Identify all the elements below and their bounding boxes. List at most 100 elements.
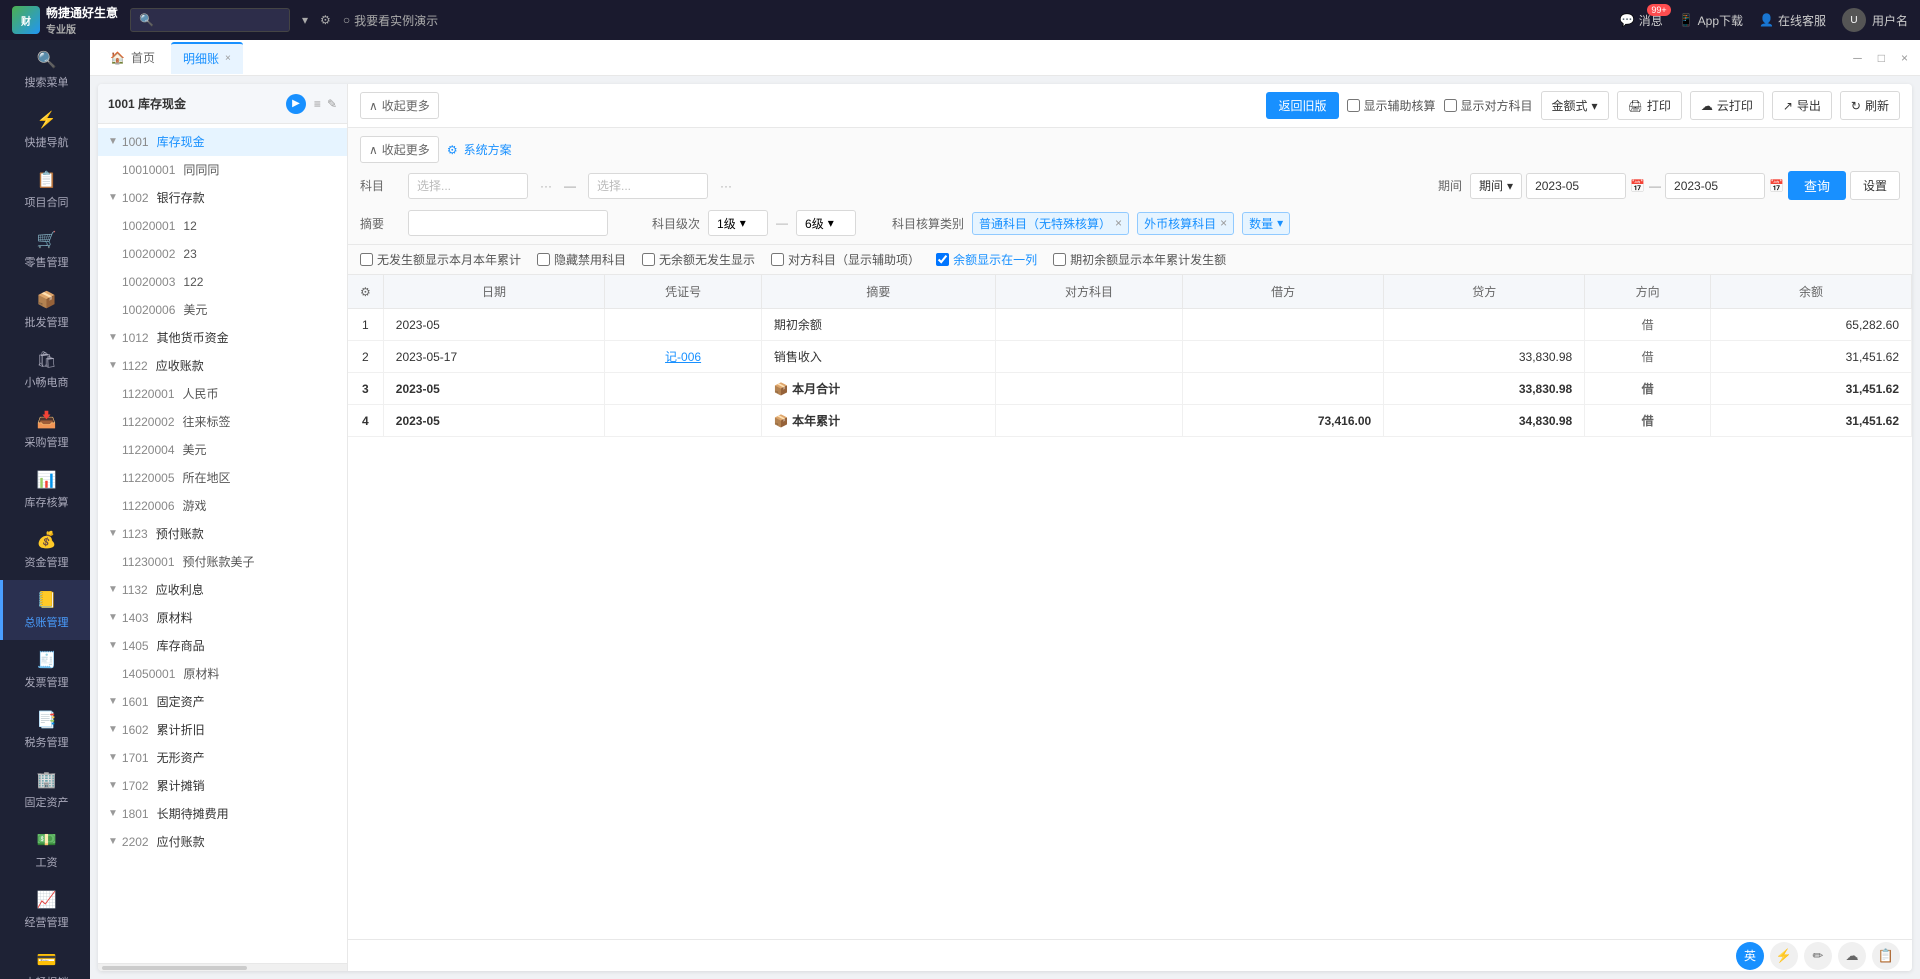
period-to-input[interactable]	[1665, 173, 1765, 199]
filter-scheme[interactable]: ⚙ 系统方案	[447, 141, 512, 158]
back-old-btn[interactable]: 返回旧版	[1266, 92, 1338, 119]
show-counter-checkbox[interactable]: 显示对方科目	[1444, 97, 1533, 114]
sidebar-item-purchase[interactable]: 📥 采购管理	[0, 400, 90, 460]
sidebar-item-tax[interactable]: 📑 税务管理	[0, 700, 90, 760]
counter-checkbox-input[interactable]	[1444, 99, 1457, 112]
message-action[interactable]: 💬 消息 99+	[1620, 12, 1663, 29]
level-from-select[interactable]: 1级 ▾	[708, 210, 768, 236]
cloud-print-btn[interactable]: ☁ 云打印	[1690, 91, 1764, 120]
setting-btn[interactable]: 设置	[1850, 171, 1900, 200]
horizontal-scrollbar[interactable]	[98, 963, 347, 971]
tag-normal[interactable]: 普通科目（无特殊核算） ×	[972, 212, 1129, 235]
amount-format-btn[interactable]: 金额式 ▾	[1541, 91, 1609, 120]
clipboard-btn[interactable]: 📋	[1872, 942, 1900, 970]
cb-no-occurrence[interactable]: 无余额无发生显示	[642, 251, 755, 268]
sidebar-item-retail[interactable]: 🛒 零售管理	[0, 220, 90, 280]
level-to-select[interactable]: 6级 ▾	[796, 210, 856, 236]
cb-no-balance[interactable]: 无发生额显示本月本年累计	[360, 251, 521, 268]
cb-year-balance[interactable]: 期初余额显示本年累计发生额	[1053, 251, 1226, 268]
sidebar-item-ecommerce[interactable]: 🛍 小畅电商	[0, 340, 90, 400]
show-helper-checkbox[interactable]: 显示辅助核算	[1347, 97, 1436, 114]
tree-item-11230001[interactable]: 11230001预付账款美子	[98, 548, 347, 576]
dropdown-arrow[interactable]: ▾	[302, 13, 308, 27]
nav-next-arrow[interactable]: ▶	[286, 94, 306, 114]
tab-home[interactable]: 🏠 首页	[98, 42, 167, 74]
sidebar-item-fixedasset[interactable]: 🏢 固定资产	[0, 760, 90, 820]
tree-item-2202[interactable]: ▼2202应付账款	[98, 828, 347, 856]
cb-balance-col[interactable]: 余额显示在一列	[936, 251, 1037, 268]
voucher-link-1[interactable]: 记-006	[665, 350, 701, 364]
edit-btn[interactable]: ✏	[1804, 942, 1832, 970]
tree-item-11220002[interactable]: 11220002往来标签	[98, 408, 347, 436]
tree-item-11220006[interactable]: 11220006游戏	[98, 492, 347, 520]
app-download-action[interactable]: 📱 App下载	[1679, 12, 1743, 29]
win-max-btn[interactable]: □	[1874, 51, 1889, 65]
cb-year-balance-input[interactable]	[1053, 253, 1066, 266]
tree-item-1001[interactable]: ▼1001库存现金	[98, 128, 347, 156]
list-icon[interactable]: ≡	[314, 97, 321, 111]
tree-item-10010001[interactable]: 10010001同同同	[98, 156, 347, 184]
sidebar-item-wholesale[interactable]: 📦 批发管理	[0, 280, 90, 340]
th-settings[interactable]: ⚙	[348, 275, 383, 309]
cb-hide-disabled-input[interactable]	[537, 253, 550, 266]
tree-item-14050001[interactable]: 14050001原材料	[98, 660, 347, 688]
subject-to-input[interactable]: 选择...	[588, 173, 708, 199]
print-btn[interactable]: 🖨 打印	[1617, 91, 1682, 120]
cb-no-occurrence-input[interactable]	[642, 253, 655, 266]
tree-item-10020001[interactable]: 1002000112	[98, 212, 347, 240]
sidebar-item-search[interactable]: 🔍 搜索菜单	[0, 40, 90, 100]
tree-item-10020002[interactable]: 1002000223	[98, 240, 347, 268]
win-min-btn[interactable]: ─	[1849, 51, 1866, 65]
cb-no-balance-input[interactable]	[360, 253, 373, 266]
sidebar-item-project[interactable]: 📋 项目合同	[0, 160, 90, 220]
translate-btn[interactable]: 英	[1736, 942, 1764, 970]
cb-balance-col-input[interactable]	[936, 253, 949, 266]
demo-link[interactable]: ○ 我要看实例演示	[343, 12, 438, 29]
tab-close-icon[interactable]: ×	[225, 53, 231, 64]
tree-item-10020003[interactable]: 10020003122	[98, 268, 347, 296]
sidebar-item-invoice[interactable]: 🧾 发票管理	[0, 640, 90, 700]
cb-counterpart-input[interactable]	[771, 253, 784, 266]
online-service-action[interactable]: 👤 在线客服	[1759, 12, 1826, 29]
tag-forex[interactable]: 外币核算科目 ×	[1137, 212, 1234, 235]
edit-icon[interactable]: ✎	[327, 97, 337, 111]
sidebar-item-sales[interactable]: 💳 小畅报销	[0, 940, 90, 979]
filter-collapse-btn[interactable]: ∧ 收起更多	[360, 136, 439, 163]
cloud-btn[interactable]: ☁	[1838, 942, 1866, 970]
refresh-btn[interactable]: ↻ 刷新	[1840, 91, 1900, 120]
tree-item-1602[interactable]: ▼1602累计折旧	[98, 716, 347, 744]
period-type-select[interactable]: 期间 ▾	[1470, 173, 1522, 199]
tree-item-1403[interactable]: ▼1403原材料	[98, 604, 347, 632]
td-voucher-1[interactable]: 记-006	[605, 341, 762, 373]
account-selector[interactable]: 1001 库存现金	[108, 95, 278, 112]
tree-item-1002[interactable]: ▼1002银行存款	[98, 184, 347, 212]
sidebar-item-quicknav[interactable]: ⚡ 快捷导航	[0, 100, 90, 160]
tree-item-11220005[interactable]: 11220005所在地区	[98, 464, 347, 492]
export-btn[interactable]: ↗ 导出	[1772, 91, 1832, 120]
tree-item-11220001[interactable]: 11220001人民币	[98, 380, 347, 408]
tree-item-1122[interactable]: ▼1122应收账款	[98, 352, 347, 380]
sidebar-item-business[interactable]: 📈 经营管理	[0, 880, 90, 940]
tree-item-1132[interactable]: ▼1132应收利息	[98, 576, 347, 604]
sidebar-item-accounting[interactable]: 📒 总账管理	[0, 580, 90, 640]
tag-forex-close[interactable]: ×	[1220, 216, 1227, 230]
subject-input[interactable]: 选择...	[408, 173, 528, 199]
tag-quantity[interactable]: 数量 ▾	[1242, 212, 1290, 235]
expand-filter-btn[interactable]: ∧ 收起更多	[360, 92, 439, 119]
calendar-from-icon[interactable]: 📅	[1630, 179, 1645, 193]
query-btn[interactable]: 查询	[1788, 171, 1846, 200]
sidebar-item-finance[interactable]: 💰 资金管理	[0, 520, 90, 580]
tag-normal-close[interactable]: ×	[1115, 216, 1122, 230]
tree-item-1123[interactable]: ▼1123预付账款	[98, 520, 347, 548]
sidebar-item-inventory[interactable]: 📊 库存核算	[0, 460, 90, 520]
tree-item-1012[interactable]: ▼1012其他货币资金	[98, 324, 347, 352]
tree-item-11220004[interactable]: 11220004美元	[98, 436, 347, 464]
tree-item-1801[interactable]: ▼1801长期待摊费用	[98, 800, 347, 828]
period-from-input[interactable]	[1526, 173, 1626, 199]
tree-item-1601[interactable]: ▼1601固定资产	[98, 688, 347, 716]
lightning-btn[interactable]: ⚡	[1770, 942, 1798, 970]
helper-checkbox-input[interactable]	[1347, 99, 1360, 112]
sidebar-item-salary[interactable]: 💵 工资	[0, 820, 90, 880]
cb-counterpart[interactable]: 对方科目（显示辅助项）	[771, 251, 920, 268]
tree-item-1405[interactable]: ▼1405库存商品	[98, 632, 347, 660]
